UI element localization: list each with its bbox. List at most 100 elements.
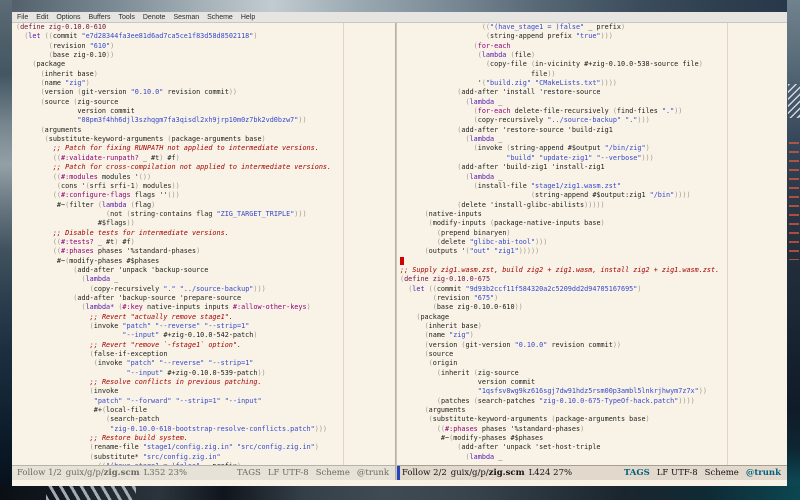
cursor-position[interactable]: L352 23% [144,468,187,478]
code-line[interactable] [400,256,787,266]
code-line[interactable]: (add-after 'restore-source 'build-zig1 [400,126,787,135]
code-line[interactable]: "zig-0.10.0-610-bootstrap-resolve-confli… [16,425,395,434]
code-line[interactable]: "--input" #+zig-0.10.0-542-patch) [16,331,395,340]
code-line[interactable]: (copy-file (in-vicinity #+zig-0.10.0-538… [400,60,787,69]
code-line[interactable]: (string-append #$output:zig1 "/bin")))) [400,191,787,200]
code-line[interactable]: (lambda _ [16,275,395,284]
code-line[interactable]: version commit [400,378,787,387]
cursor-position[interactable]: L424 27% [529,468,572,478]
code-line[interactable]: ;; Revert "remove `-fstage1` option". [16,341,395,350]
code-line[interactable]: ((#:modules modules '()) [16,173,395,182]
code-line[interactable]: (native-inputs [400,210,787,219]
menu-item-buffers[interactable]: Buffers [88,14,110,21]
code-line[interactable]: (base zig-0.10)) [16,51,395,60]
code-line[interactable]: (invoke [16,387,395,396]
code-line[interactable]: "1qsfsv8wg9kz616sgj7dw91hdz5rsm00p3ambl5… [400,387,787,396]
code-line[interactable]: (inherit base) [400,322,787,331]
code-line[interactable]: ;; Supply zig1.wasm.zst, build zig2 + zi… [400,266,787,275]
code-line[interactable]: (prepend binaryen) [400,229,787,238]
code-line[interactable]: (source [400,350,787,359]
code-line[interactable]: (arguments [400,406,787,415]
right-window[interactable]: (("(have_stage1 = )false" _ prefix) (str… [397,23,787,480]
code-line[interactable]: (("(have_stage1 = )false" _ prefix) [400,23,787,32]
code-line[interactable]: (search-patch [16,415,395,424]
code-line[interactable]: ;; Patch for fixing RUNPATH not applied … [16,144,395,153]
code-line[interactable]: #$flags)) [16,219,395,228]
code-line[interactable]: "build" "update-zig1" "--verbose"))) [400,154,787,163]
major-mode-indicator[interactable]: Scheme [316,468,350,478]
code-line[interactable]: ((#:phases phases '%standard-phases) [16,247,395,256]
code-line[interactable]: (add-after 'install 'restore-source [400,88,787,97]
code-line[interactable]: (let ((commit "9d93b2ccf11f584320a2c5209… [400,285,787,294]
left-window[interactable]: (define zig-0.10.0-610 (let ((commit "e7… [12,23,395,480]
code-line[interactable]: version commit [16,107,395,116]
echo-area[interactable] [12,480,787,486]
menu-item-file[interactable]: File [17,14,28,21]
code-line[interactable]: (outputs '("out" "zig1"))))) [400,247,787,256]
code-line[interactable]: ((#:configure-flags flags ''()) [16,191,395,200]
code-line[interactable]: (lambda _ [400,135,787,144]
code-line[interactable]: (substitute-keyword-arguments (package-a… [16,135,395,144]
code-line[interactable]: ((#:phases phases '%standard-phases) [400,425,787,434]
code-line[interactable]: (revision "675") [400,294,787,303]
code-line[interactable]: ((#:tests? _ #t) #f) [16,238,395,247]
code-line[interactable]: ;; Revert "actually remove stage1". [16,313,395,322]
modeline-right[interactable]: Follow 2/2 guix/g/p/zig.scm L424 27% TAG… [397,465,787,480]
code-line[interactable]: (modify-inputs (package-native-inputs ba… [400,219,787,228]
code-line[interactable]: (define zig-0.10.0-675 [400,275,787,284]
code-line[interactable]: #~(modify-phases #$phases [16,257,395,266]
menu-item-help[interactable]: Help [241,14,255,21]
code-line[interactable]: (lambda* (#:key native-inputs inputs #:a… [16,303,395,312]
code-line[interactable]: "--input" #+zig-0.10.0-539-patch)) [16,369,395,378]
code-line[interactable]: '("build.zig" "CMakeLists.txt")))) [400,79,787,88]
code-line[interactable]: (inherit base) [16,70,395,79]
code-line[interactable]: (lambda _ [400,453,787,462]
code-line[interactable]: (delete "glibc-abi-tool"))) [400,238,787,247]
code-line[interactable]: #~(filter (lambda (flag) [16,201,395,210]
code-line[interactable]: (base zig-0.10.0-610)) [400,303,787,312]
menu-item-sesman[interactable]: Sesman [173,14,199,21]
code-line[interactable]: (delete 'install-glibc-abilists))))) [400,201,787,210]
code-line[interactable]: (substitute-keyword-arguments (package-a… [400,415,787,424]
code-line[interactable]: (add-after 'unpack 'backup-source [16,266,395,275]
code-line[interactable]: (package [16,60,395,69]
code-line[interactable]: "patch" "--forward" "--strip=1" "--input… [16,397,395,406]
code-line[interactable]: #+(local-file [16,406,395,415]
code-line[interactable]: (define zig-0.10.0-610 [16,23,395,32]
code-line[interactable]: (lambda (file) [400,51,787,60]
tags-indicator[interactable]: TAGS [237,468,261,478]
encoding-indicator[interactable]: LF UTF-8 [268,468,309,478]
code-line[interactable]: (substitute* "src/config.zig.in" [16,453,395,462]
code-line[interactable]: (false-if-exception [16,350,395,359]
code-line[interactable]: (lambda _ [400,173,787,182]
code-line[interactable]: ((#:validate-runpath? _ #t) #f) [16,154,395,163]
code-line[interactable]: (arguments [16,126,395,135]
buffer-path[interactable]: guix/g/p/zig.scm [451,468,525,478]
code-line[interactable]: "08pm3f4hh6djl3szhqgm7fa3qisdl2xh9jrp10m… [16,116,395,125]
code-line[interactable]: (inherit (zig-source [400,369,787,378]
menu-item-tools[interactable]: Tools [119,14,135,21]
code-line[interactable]: (invoke "patch" "--reverse" "--strip=1" [16,359,395,368]
vc-branch-indicator[interactable]: @trunk [746,468,781,478]
code-line[interactable]: (version (git-version "0.10.0" revision … [400,341,787,350]
menu-item-denote[interactable]: Denote [143,14,166,21]
code-line[interactable]: (for-each [400,42,787,51]
code-line[interactable]: (copy-recursively "../source-backup" "."… [400,116,787,125]
code-line[interactable]: (for-each delete-file-recursively (find-… [400,107,787,116]
tags-indicator[interactable]: TAGS [624,468,650,478]
code-line[interactable]: (name "zig") [16,79,395,88]
code-line[interactable]: ;; Resolve conflicts in previous patchin… [16,378,395,387]
code-line[interactable]: (package [400,313,787,322]
buffer-name[interactable]: zig.scm [489,468,525,478]
modeline-left[interactable]: Follow 1/2 guix/g/p/zig.scm L352 23% TAG… [12,465,395,480]
buffer-name[interactable]: zig.scm [104,468,140,478]
code-line[interactable]: (add-after 'backup-source 'prepare-sourc… [16,294,395,303]
encoding-indicator[interactable]: LF UTF-8 [657,468,698,478]
right-window-code[interactable]: (("(have_stage1 = )false" _ prefix) (str… [397,23,787,465]
code-line[interactable]: (add-after 'unpack 'set-host-triple [400,443,787,452]
left-window-code[interactable]: (define zig-0.10.0-610 (let ((commit "e7… [12,23,395,465]
code-line[interactable]: file)) [400,70,787,79]
code-line[interactable]: (invoke (string-append #$output "/bin/zi… [400,144,787,153]
code-line[interactable]: (rename-file "stage1/config.zig.in" "src… [16,443,395,452]
code-line[interactable]: (add-after 'build-zig1 'install-zig1 [400,163,787,172]
